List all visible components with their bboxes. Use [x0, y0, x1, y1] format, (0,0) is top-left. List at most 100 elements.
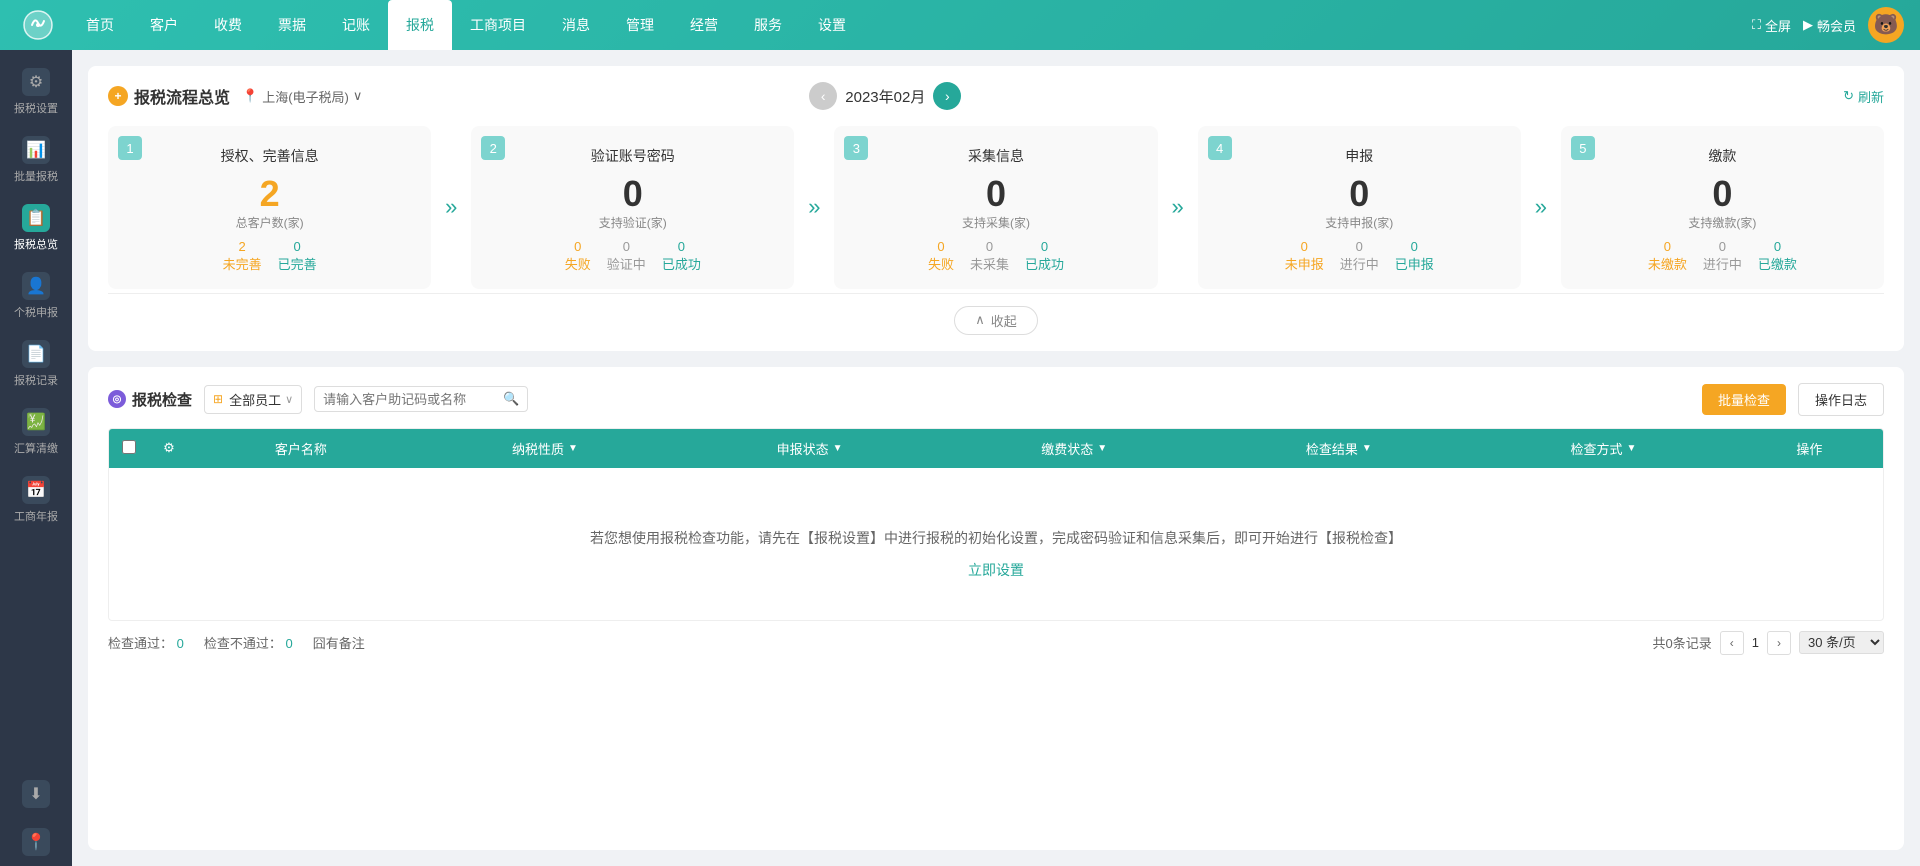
- fullscreen-btn[interactable]: ⛶ 全屏: [1752, 16, 1791, 35]
- step-2-stat-0: 0 失败: [565, 239, 591, 273]
- nav-customer[interactable]: 客户: [132, 0, 196, 50]
- step-2-num: 2: [481, 136, 505, 160]
- refresh-icon: ↻: [1843, 88, 1854, 104]
- nav-business[interactable]: 工商项目: [452, 0, 544, 50]
- col-check-result[interactable]: 检查结果 ▼: [1207, 429, 1472, 468]
- step-3-title: 采集信息: [850, 146, 1141, 166]
- filter-icon: ▼: [568, 443, 578, 454]
- sidebar-item-tax-overview[interactable]: 📋 报税总览: [0, 194, 72, 262]
- nav-accounting[interactable]: 记账: [324, 0, 388, 50]
- step-5-stat-2: 0 已缴款: [1758, 239, 1797, 273]
- content-area: + 报税流程总览 📍 上海(电子税局) ∨ ‹ 2023年02月 › ↻ 刷新: [72, 50, 1920, 866]
- collapse-btn[interactable]: ∧ 收起: [954, 306, 1038, 335]
- personal-tax-icon: 👤: [22, 272, 50, 300]
- col-declare-status[interactable]: 申报状态 ▼: [677, 429, 942, 468]
- check-footer: 检查通过： 0 检查不通过： 0 囧有备注 共0条记录 ‹ 1 › 30 条/页…: [108, 621, 1884, 655]
- nav-tax[interactable]: 报税: [388, 0, 452, 50]
- collapse-section: ∧ 收起: [108, 293, 1884, 335]
- overview-title-icon: +: [108, 86, 128, 106]
- download-icon: ⬇: [22, 780, 50, 808]
- step-1-title: 授权、完善信息: [124, 146, 415, 166]
- tax-overview-icon: 📋: [22, 204, 50, 232]
- select-all-checkbox[interactable]: [122, 440, 136, 454]
- search-input[interactable]: [323, 392, 503, 407]
- refresh-btn[interactable]: ↻ 刷新: [1843, 87, 1884, 106]
- step-1-card: 1 授权、完善信息 2 总客户数(家) 2 未完善 0 已完善: [108, 126, 431, 289]
- step-1-label: 总客户数(家): [124, 214, 415, 231]
- step-2-label: 支持验证(家): [487, 214, 778, 231]
- step-3-count: 0: [850, 174, 1141, 214]
- chevron-down-icon: ∨: [353, 88, 363, 104]
- next-page-btn[interactable]: ›: [1767, 631, 1791, 655]
- select-all-col[interactable]: [109, 429, 149, 468]
- avatar[interactable]: 🐻: [1868, 7, 1904, 43]
- step-3-num: 3: [844, 136, 868, 160]
- member-btn[interactable]: ▶ 畅会员: [1803, 16, 1856, 35]
- col-tax-nature[interactable]: 纳税性质 ▼: [413, 429, 678, 468]
- step-3-card: 3 采集信息 0 支持采集(家) 0 失败 0 未采集: [834, 126, 1157, 289]
- arrow-icon: »: [1535, 194, 1547, 220]
- step-3-stat-1: 0 未采集: [970, 239, 1009, 273]
- location-tag[interactable]: 📍 上海(电子税局) ∨: [242, 87, 362, 106]
- note-stat: 囧有备注: [313, 633, 365, 652]
- filter-icon: ▼: [1097, 443, 1107, 454]
- step-2-count: 0: [487, 174, 778, 214]
- check-table-wrapper[interactable]: ⚙ 客户名称 纳税性质 ▼ 申报状态 ▼ 缴费状态 ▼ 检查结果 ▼ 检查方式 …: [108, 428, 1884, 621]
- pagination: 共0条记录 ‹ 1 › 30 条/页50 条/页100 条/页: [1653, 631, 1884, 655]
- step-3-stat-0: 0 失败: [928, 239, 954, 273]
- col-customer-name: 客户名称: [189, 429, 413, 468]
- search-wrap: 🔍: [314, 386, 528, 412]
- check-card: ◎ 报税检查 ⊞ 全部员工 ∨ 🔍 批量检查 操作日志: [88, 367, 1904, 850]
- sidebar-item-annual-report[interactable]: 📅 工商年报: [0, 466, 72, 534]
- fail-count[interactable]: 0: [286, 636, 293, 651]
- step-1-num: 1: [118, 136, 142, 160]
- nav-fee[interactable]: 收费: [196, 0, 260, 50]
- sidebar-item-tax-settings[interactable]: ⚙ 报税设置: [0, 58, 72, 126]
- top-nav-right: ⛶ 全屏 ▶ 畅会员 🐻: [1752, 7, 1904, 43]
- nav-service[interactable]: 服务: [736, 0, 800, 50]
- settlement-icon: 💹: [22, 408, 50, 436]
- nav-manage[interactable]: 管理: [608, 0, 672, 50]
- nav-invoice[interactable]: 票据: [260, 0, 324, 50]
- setup-link[interactable]: 立即设置: [968, 562, 1024, 578]
- tax-settings-icon: ⚙: [22, 68, 50, 96]
- batch-check-btn[interactable]: 批量检查: [1702, 384, 1786, 415]
- step-4-title: 申报: [1214, 146, 1505, 166]
- sidebar-item-batch-tax[interactable]: 📊 批量报税: [0, 126, 72, 194]
- table-empty-row: 若您想使用报税检查功能，请先在【报税设置】中进行报税的初始化设置，完成密码验证和…: [109, 468, 1883, 620]
- prev-month-btn[interactable]: ‹: [809, 82, 837, 110]
- sidebar-item-personal-tax[interactable]: 👤 个税申报: [0, 262, 72, 330]
- check-table: ⚙ 客户名称 纳税性质 ▼ 申报状态 ▼ 缴费状态 ▼ 检查结果 ▼ 检查方式 …: [109, 429, 1883, 620]
- col-check-method[interactable]: 检查方式 ▼: [1471, 429, 1736, 468]
- operation-log-btn[interactable]: 操作日志: [1798, 383, 1884, 416]
- first-page-btn[interactable]: ‹: [1720, 631, 1744, 655]
- nav-settings[interactable]: 设置: [800, 0, 864, 50]
- check-header: ◎ 报税检查 ⊞ 全部员工 ∨ 🔍 批量检查 操作日志: [108, 383, 1884, 416]
- overview-card: + 报税流程总览 📍 上海(电子税局) ∨ ‹ 2023年02月 › ↻ 刷新: [88, 66, 1904, 351]
- sidebar: ⚙ 报税设置 📊 批量报税 📋 报税总览 👤 个税申报 📄 报税记录 💹 汇算清…: [0, 50, 72, 866]
- arrow-2-3: »: [794, 126, 834, 289]
- location-icon: 📍: [242, 88, 258, 104]
- nav-home[interactable]: 首页: [68, 0, 132, 50]
- sidebar-search[interactable]: 📍: [0, 818, 72, 866]
- next-month-btn[interactable]: ›: [933, 82, 961, 110]
- pass-count[interactable]: 0: [177, 636, 184, 651]
- arrow-icon: »: [445, 194, 457, 220]
- step-2-card: 2 验证账号密码 0 支持验证(家) 0 失败 0 验证中: [471, 126, 794, 289]
- sidebar-item-settlement[interactable]: 💹 汇算清缴: [0, 398, 72, 466]
- settings-col[interactable]: ⚙: [149, 429, 189, 468]
- check-title: ◎ 报税检查: [108, 389, 192, 410]
- step-3-stats: 0 失败 0 未采集 0 已成功: [850, 239, 1141, 273]
- sidebar-item-tax-records[interactable]: 📄 报税记录: [0, 330, 72, 398]
- step-2-title: 验证账号密码: [487, 146, 778, 166]
- sidebar-download[interactable]: ⬇: [0, 770, 72, 818]
- search-icon[interactable]: 🔍: [503, 391, 519, 407]
- col-pay-status[interactable]: 缴费状态 ▼: [942, 429, 1207, 468]
- step-1-stat-1: 0 已完善: [278, 239, 317, 273]
- nav-message[interactable]: 消息: [544, 0, 608, 50]
- tax-records-icon: 📄: [22, 340, 50, 368]
- per-page-select[interactable]: 30 条/页50 条/页100 条/页: [1799, 631, 1884, 654]
- step-5-card: 5 缴款 0 支持缴款(家) 0 未缴款 0 进行中: [1561, 126, 1884, 289]
- employee-filter[interactable]: ⊞ 全部员工 ∨: [204, 385, 302, 414]
- nav-operation[interactable]: 经营: [672, 0, 736, 50]
